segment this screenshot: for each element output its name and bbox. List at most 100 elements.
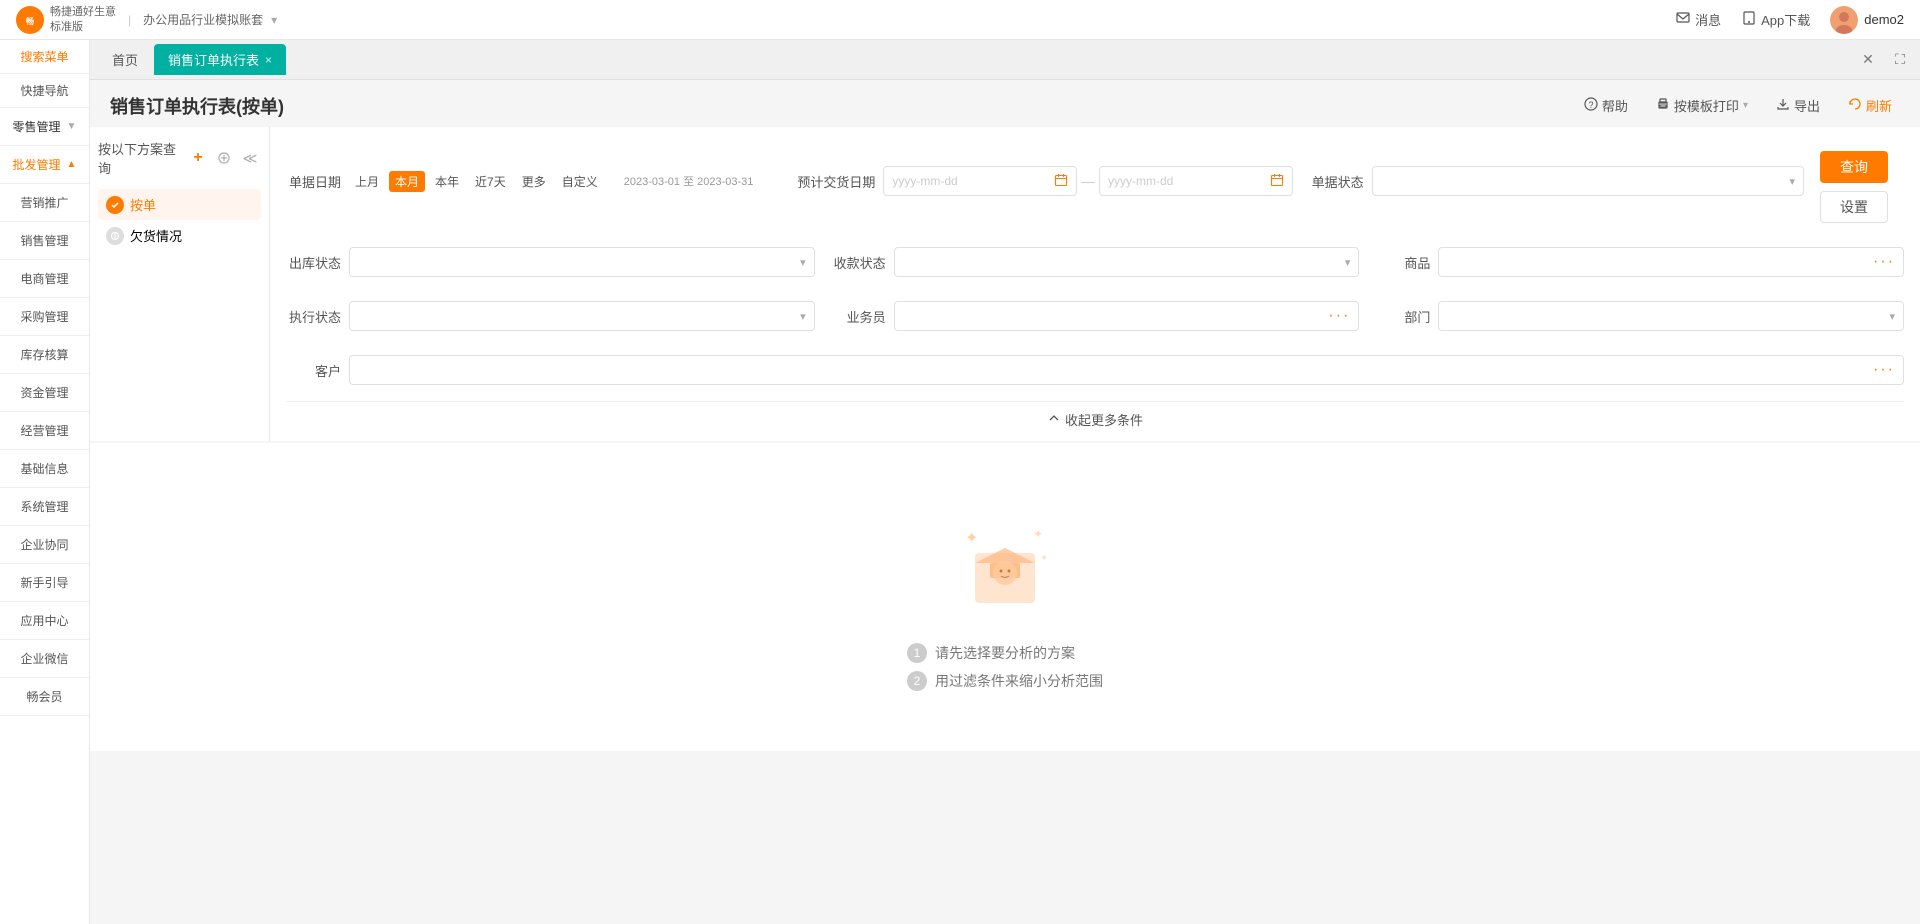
sidebar-item-guide[interactable]: 新手引导: [0, 564, 89, 602]
filter-row-2: 出库状态 ▾ 收款状态: [286, 247, 1904, 277]
enterprise-label: 企业协同: [20, 536, 68, 553]
retail-label: 零售管理: [13, 118, 61, 135]
sidebar-item-wechat[interactable]: 企业微信: [0, 640, 89, 678]
end-placeholder: yyyy-mm-dd: [1108, 174, 1173, 188]
app-download-btn[interactable]: App下载: [1741, 10, 1810, 29]
sidebar-item-ecommerce[interactable]: 电商管理: [0, 260, 89, 298]
sidebar-item-enterprise[interactable]: 企业协同: [0, 526, 89, 564]
help-icon: ?: [1584, 97, 1598, 114]
date-range-info: 2023-03-01 至 2023-03-31: [624, 173, 754, 189]
operations-label: 经营管理: [20, 422, 68, 439]
tip-number-2: 2: [907, 671, 927, 691]
active-tab-label: 销售订单执行表: [168, 50, 259, 69]
svg-text:?: ?: [1588, 100, 1593, 110]
execution-select[interactable]: ▾: [349, 301, 815, 331]
execution-arrow-icon: ▾: [800, 310, 806, 323]
filter-item-byorder[interactable]: 按单: [98, 189, 261, 220]
sidebar-item-finance[interactable]: 资金管理: [0, 374, 89, 412]
sidebar-quick-nav[interactable]: 快捷导航: [0, 74, 89, 108]
sidebar-item-operations[interactable]: 经营管理: [0, 412, 89, 450]
filter-field-salesperson: 业务员 ···: [831, 301, 1360, 331]
system-label: 系统管理: [20, 498, 68, 515]
payment-select[interactable]: ▾: [894, 247, 1360, 277]
collapse-filter-btn[interactable]: ≪: [239, 147, 261, 169]
user-area[interactable]: demo2: [1830, 6, 1904, 34]
settings-btn[interactable]: 设置: [1820, 191, 1888, 223]
marketing-label: 营销推广: [20, 194, 68, 211]
filter-row-3: 执行状态 ▾ 业务员: [286, 301, 1904, 331]
tab-sales-order[interactable]: 销售订单执行表 ×: [154, 44, 286, 75]
collapse-up-icon: [1047, 411, 1061, 428]
sidebar-search[interactable]: 搜索菜单: [0, 40, 89, 74]
logo-icon: 畅: [16, 6, 44, 34]
sidebar-item-member[interactable]: 畅会员: [0, 678, 89, 716]
sidebar-item-inventory[interactable]: 库存核算: [0, 336, 89, 374]
salesperson-label: 业务员: [831, 307, 886, 326]
sidebar-item-system[interactable]: 系统管理: [0, 488, 89, 526]
shipment-select[interactable]: ▾: [349, 247, 815, 277]
sidebar-item-purchase[interactable]: 采购管理: [0, 298, 89, 336]
date-tab-custom[interactable]: 自定义: [556, 171, 604, 192]
date-tab-7days[interactable]: 近7天: [469, 171, 512, 192]
order-status-select[interactable]: ▾: [1372, 166, 1804, 196]
svg-text:✦: ✦: [1033, 527, 1043, 541]
purchase-label: 采购管理: [20, 308, 68, 325]
salesperson-more-icon: ···: [1328, 307, 1350, 325]
filter-row-1: 单据日期 上月 本月 本年 近7天 更多 自定义: [286, 139, 1904, 223]
date-tab-more[interactable]: 更多: [516, 171, 552, 192]
edit-filter-btn[interactable]: [213, 147, 235, 169]
empty-illustration: ✦ ✦ ✦: [945, 503, 1065, 623]
header-left: 畅 畅捷通好生意 标准版 | 办公用品行业模拟账套 ▾: [16, 5, 277, 34]
date-tab-thisyear[interactable]: 本年: [429, 171, 465, 192]
refresh-btn[interactable]: 刷新: [1840, 92, 1900, 119]
filter-field-expected-date: 预计交货日期 yyyy-mm-dd: [797, 166, 1292, 196]
breadcrumb-arrow[interactable]: ▾: [271, 13, 277, 27]
sidebar-item-marketing[interactable]: 营销推广: [0, 184, 89, 222]
page-title: 销售订单执行表(按单): [110, 93, 284, 119]
collapse-btn[interactable]: 收起更多条件: [286, 401, 1904, 437]
tab-close-window-btn[interactable]: ✕: [1856, 48, 1880, 72]
expected-date-end[interactable]: yyyy-mm-dd: [1099, 166, 1293, 196]
expected-date-start[interactable]: yyyy-mm-dd: [883, 166, 1077, 196]
query-btn[interactable]: 查询: [1820, 151, 1888, 183]
customer-select[interactable]: ···: [349, 355, 1904, 385]
sidebar-item-wholesale[interactable]: 批发管理 ▲: [0, 146, 89, 184]
sidebar-item-apps[interactable]: 应用中心: [0, 602, 89, 640]
filter-wrapper: 按以下方案查询 + ≪: [90, 127, 1920, 441]
message-btn[interactable]: 消息: [1675, 10, 1721, 29]
logo-area: 畅 畅捷通好生意 标准版: [16, 5, 116, 34]
add-filter-btn[interactable]: +: [187, 147, 209, 169]
date-label: 单据日期: [286, 172, 341, 191]
tab-fullscreen-btn[interactable]: ⛶: [1888, 48, 1912, 72]
tab-home[interactable]: 首页: [98, 44, 152, 75]
dept-select[interactable]: ▾: [1438, 301, 1904, 331]
filter-left-icons: + ≪: [187, 147, 261, 169]
wechat-label: 企业微信: [20, 650, 68, 667]
filter-field-execution: 执行状态 ▾: [286, 301, 815, 331]
page-actions: ? 帮助 按模板打印: [1576, 92, 1900, 119]
filter-title-text: 按以下方案查询: [98, 139, 187, 177]
salesperson-select[interactable]: ···: [894, 301, 1360, 331]
empty-tip-1: 1 请先选择要分析的方案: [907, 643, 1103, 663]
date-tab-thismonth[interactable]: 本月: [389, 171, 425, 192]
tab-close-btn[interactable]: ×: [265, 53, 272, 67]
sidebar-item-sales[interactable]: 销售管理: [0, 222, 89, 260]
expected-date-label: 预计交货日期: [797, 172, 875, 191]
export-btn[interactable]: 导出: [1768, 92, 1828, 119]
product-select[interactable]: ···: [1438, 247, 1904, 277]
print-btn[interactable]: 按模板打印 ▾: [1648, 92, 1756, 119]
filter-item-shortage[interactable]: 欠货情况: [98, 220, 261, 251]
top-header: 畅 畅捷通好生意 标准版 | 办公用品行业模拟账套 ▾ 消息: [0, 0, 1920, 40]
content-area: 首页 销售订单执行表 × ✕ ⛶ 销售订单执行表(按单): [90, 40, 1920, 924]
filter-item-byorder-label: 按单: [130, 195, 156, 214]
sidebar-item-retail[interactable]: 零售管理 ▼: [0, 108, 89, 146]
page-title-bar: 销售订单执行表(按单) ? 帮助: [90, 80, 1920, 127]
sidebar-item-basic[interactable]: 基础信息: [0, 450, 89, 488]
apps-label: 应用中心: [20, 612, 68, 629]
date-tab-lastmonth[interactable]: 上月: [349, 171, 385, 192]
help-btn[interactable]: ? 帮助: [1576, 92, 1636, 119]
order-status-arrow-icon: ▾: [1789, 175, 1795, 188]
print-icon: [1656, 97, 1670, 114]
payment-arrow-icon: ▾: [1345, 256, 1351, 269]
tab-bar: 首页 销售订单执行表 × ✕ ⛶: [90, 40, 1920, 80]
